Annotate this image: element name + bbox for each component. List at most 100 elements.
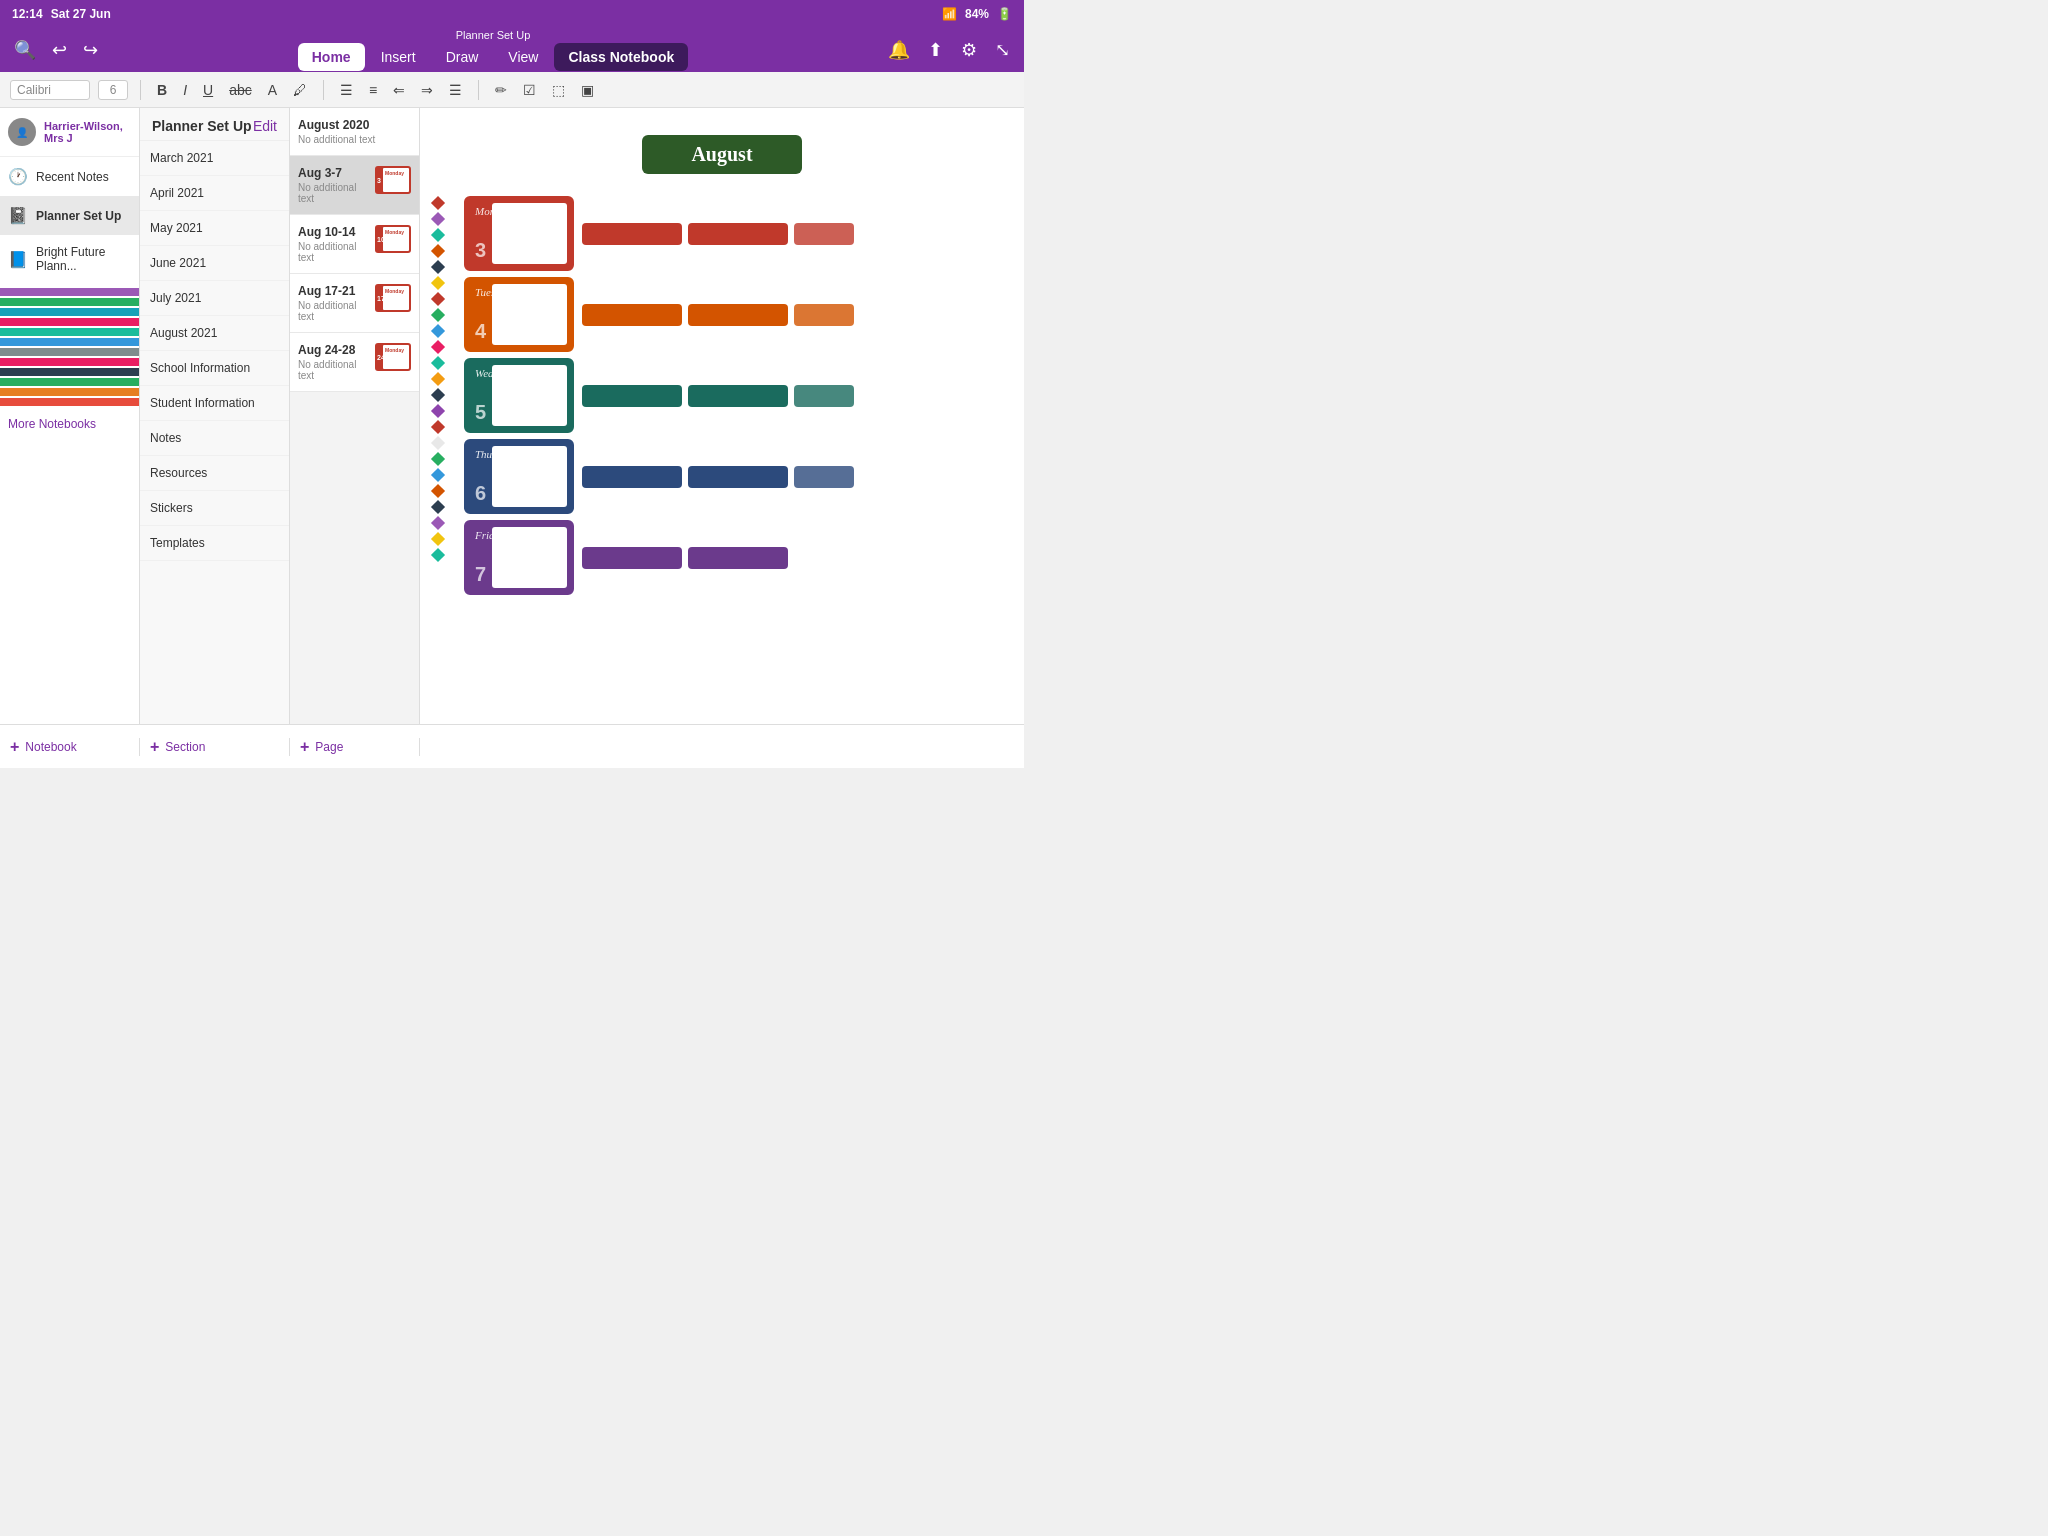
page-title-aug10-14: Aug 10-14 (298, 225, 375, 239)
section-may-2021[interactable]: May 2021 (140, 211, 289, 246)
sidebar-item-bright-future[interactable]: 📘 Bright Future Plann... (0, 235, 139, 283)
tab-view[interactable]: View (494, 43, 552, 71)
highlight-button[interactable]: 🖊 (289, 80, 311, 100)
notebook-plus-icon: + (10, 738, 19, 756)
thursday-num: 6 (475, 482, 486, 505)
monday-event-2[interactable] (688, 223, 788, 245)
thursday-event-2[interactable] (688, 466, 788, 488)
monday-inner (492, 203, 567, 264)
search-icon[interactable]: 🔍 (10, 35, 40, 65)
section-plus-icon: + (150, 738, 159, 756)
page-item-aug17-21[interactable]: Aug 17-21 No additional text 17 Monday (290, 274, 419, 333)
planner-setup-icon: 📓 (8, 206, 28, 225)
page-plus-icon: + (300, 738, 309, 756)
section-templates[interactable]: Templates (140, 526, 289, 561)
friday-event-1[interactable] (582, 547, 682, 569)
font-color-button[interactable]: A (264, 80, 281, 100)
section-school-info[interactable]: School Information (140, 351, 289, 386)
page-thumbnail-aug3-7: 3 Monday (375, 166, 411, 194)
sidebar-item-recent-notes[interactable]: 🕐 Recent Notes (0, 157, 139, 196)
section-april-2021[interactable]: April 2021 (140, 176, 289, 211)
tuesday-event-1[interactable] (582, 304, 682, 326)
section-resources[interactable]: Resources (140, 456, 289, 491)
month-header: August (642, 135, 802, 174)
wednesday-num: 5 (475, 401, 486, 424)
checkbox-button[interactable]: ☑ (519, 80, 540, 100)
wednesday-row: Wednesday 5 (464, 358, 1016, 433)
frame-button[interactable]: ▣ (577, 80, 598, 100)
bell-icon[interactable]: 🔔 (884, 35, 914, 65)
section-notes[interactable]: Notes (140, 421, 289, 456)
section-stickers[interactable]: Stickers (140, 491, 289, 526)
section-june-2021[interactable]: June 2021 (140, 246, 289, 281)
undo-icon[interactable]: ↩ (48, 35, 71, 65)
collapse-icon[interactable]: ⤡ (991, 35, 1014, 65)
tab-insert[interactable]: Insert (367, 43, 430, 71)
add-notebook-button[interactable]: + Notebook (0, 738, 140, 756)
monday-event-1[interactable] (582, 223, 682, 245)
section-panel: Planner Set Up Edit March 2021 April 202… (140, 108, 290, 724)
page-label: Page (315, 740, 343, 754)
wednesday-card: Wednesday 5 (464, 358, 574, 433)
more-notebooks[interactable]: More Notebooks (0, 407, 139, 441)
section-student-info[interactable]: Student Information (140, 386, 289, 421)
friday-event-2[interactable] (688, 547, 788, 569)
section-july-2021[interactable]: July 2021 (140, 281, 289, 316)
add-page-button[interactable]: + Page (290, 738, 420, 756)
thursday-row: Thursday 6 (464, 439, 1016, 514)
section-march-2021[interactable]: March 2021 (140, 141, 289, 176)
notebook-label: Notebook (25, 740, 76, 754)
tab-home[interactable]: Home (298, 43, 365, 71)
page-item-aug24-28[interactable]: Aug 24-28 No additional text 24 Monday (290, 333, 419, 392)
page-item-aug2020[interactable]: August 2020 No additional text (290, 108, 419, 156)
section-august-2021[interactable]: August 2021 (140, 316, 289, 351)
redo-icon[interactable]: ↪ (79, 35, 102, 65)
thursday-event-3[interactable] (794, 466, 854, 488)
share-icon[interactable]: ⬆ (924, 35, 947, 65)
monday-event-3[interactable] (794, 223, 854, 245)
strikethrough-button[interactable]: abc (225, 80, 256, 100)
friday-inner (492, 527, 567, 588)
user-row[interactable]: 👤 Harrier-Wilson, Mrs J (0, 108, 139, 157)
sidebar-item-planner-setup[interactable]: 📓 Planner Set Up (0, 196, 139, 235)
tab-draw[interactable]: Draw (432, 43, 493, 71)
tuesday-card: Tuesday 4 (464, 277, 574, 352)
wednesday-inner (492, 365, 567, 426)
toolbar-center: Planner Set Up Home Insert Draw View Cla… (108, 29, 878, 71)
page-subtitle-aug24-28: No additional text (298, 359, 375, 381)
edit-button[interactable]: Edit (253, 118, 277, 134)
font-size-selector[interactable]: 6 (98, 80, 128, 100)
bottom-bar: + Notebook + Section + Page (0, 724, 1024, 768)
sidebar: 👤 Harrier-Wilson, Mrs J 🕐 Recent Notes 📓… (0, 108, 140, 724)
format-separator-1 (140, 80, 141, 100)
panel-title: Planner Set Up Edit (140, 108, 289, 141)
bold-button[interactable]: B (153, 80, 171, 100)
num-list-button[interactable]: ≡ (365, 80, 381, 100)
wednesday-event-3[interactable] (794, 385, 854, 407)
settings-icon[interactable]: ⚙ (957, 35, 981, 65)
diamond-strip (420, 192, 456, 724)
format-paint-button[interactable]: ✏ (491, 80, 511, 100)
page-item-aug3-7[interactable]: Aug 3-7 No additional text 3 Monday (290, 156, 419, 215)
thursday-event-1[interactable] (582, 466, 682, 488)
outdent-button[interactable]: ⇐ (389, 80, 409, 100)
bullets-button[interactable]: ☰ (336, 80, 357, 100)
wednesday-event-2[interactable] (688, 385, 788, 407)
wednesday-event-1[interactable] (582, 385, 682, 407)
page-subtitle-aug3-7: No additional text (298, 182, 375, 204)
tuesday-event-2[interactable] (688, 304, 788, 326)
avatar: 👤 (8, 118, 36, 146)
font-selector[interactable]: Calibri (10, 80, 90, 100)
underline-button[interactable]: U (199, 80, 217, 100)
eraser-button[interactable]: ⬚ (548, 80, 569, 100)
tuesday-event-3[interactable] (794, 304, 854, 326)
tuesday-row: Tuesday 4 (464, 277, 1016, 352)
align-button[interactable]: ☰ (445, 80, 466, 100)
add-section-button[interactable]: + Section (140, 738, 290, 756)
page-title-aug17-21: Aug 17-21 (298, 284, 375, 298)
recent-notes-icon: 🕐 (8, 167, 28, 186)
page-item-aug10-14[interactable]: Aug 10-14 No additional text 10 Monday (290, 215, 419, 274)
italic-button[interactable]: I (179, 80, 191, 100)
indent-button[interactable]: ⇒ (417, 80, 437, 100)
tab-class-notebook[interactable]: Class Notebook (554, 43, 688, 71)
